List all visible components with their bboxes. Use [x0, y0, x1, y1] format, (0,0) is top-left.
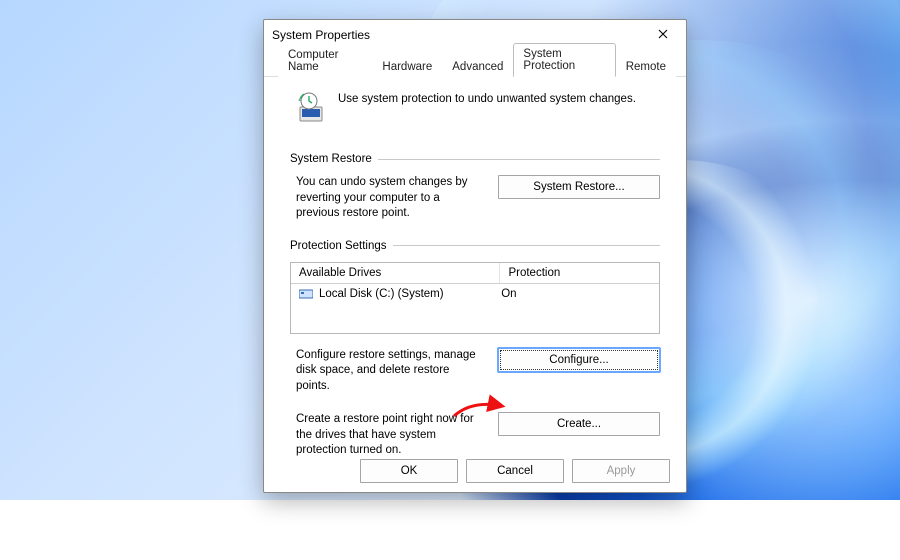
tab-strip: Computer Name Hardware Advanced System P… [264, 50, 686, 77]
cancel-button[interactable]: Cancel [466, 459, 564, 483]
drive-icon [299, 288, 313, 300]
apply-button-label: Apply [607, 465, 636, 477]
tab-panel-system-protection: Use system protection to undo unwanted s… [264, 77, 686, 473]
ok-button[interactable]: OK [360, 459, 458, 483]
system-protection-icon [294, 91, 328, 125]
tab-remote[interactable]: Remote [616, 56, 676, 77]
ok-button-label: OK [401, 465, 418, 477]
cancel-button-label: Cancel [497, 465, 533, 477]
system-properties-dialog: System Properties Computer Name Hardware… [263, 19, 687, 493]
configure-button-label: Configure... [549, 354, 608, 366]
tab-system-protection[interactable]: System Protection [513, 43, 615, 77]
table-row[interactable]: Local Disk (C:) (System) On [291, 284, 659, 304]
tab-computer-name[interactable]: Computer Name [278, 44, 372, 77]
system-restore-desc: You can undo system changes by reverting… [296, 175, 486, 222]
create-button-label: Create... [557, 418, 601, 430]
col-header-drives: Available Drives [291, 263, 500, 283]
col-header-protection: Protection [500, 263, 659, 283]
group-label-protection-settings: Protection Settings [290, 240, 387, 252]
configure-desc: Configure restore settings, manage disk … [296, 348, 486, 395]
close-button[interactable] [648, 20, 678, 50]
tab-advanced[interactable]: Advanced [442, 56, 513, 77]
configure-button[interactable]: Configure... [498, 348, 660, 372]
apply-button: Apply [572, 459, 670, 483]
group-label-system-restore: System Restore [290, 153, 372, 165]
drives-table[interactable]: Available Drives Protection Local Disk (… [290, 262, 660, 334]
close-icon [658, 28, 668, 42]
window-title: System Properties [272, 28, 370, 42]
dialog-button-row: OK Cancel Apply [264, 450, 686, 492]
system-restore-button-label: System Restore... [533, 181, 624, 193]
create-button[interactable]: Create... [498, 412, 660, 436]
tab-hardware[interactable]: Hardware [372, 56, 442, 77]
drive-protection-status: On [501, 288, 651, 300]
intro-text: Use system protection to undo unwanted s… [338, 91, 636, 105]
system-restore-button[interactable]: System Restore... [498, 175, 660, 199]
drive-name: Local Disk (C:) (System) [319, 288, 444, 300]
